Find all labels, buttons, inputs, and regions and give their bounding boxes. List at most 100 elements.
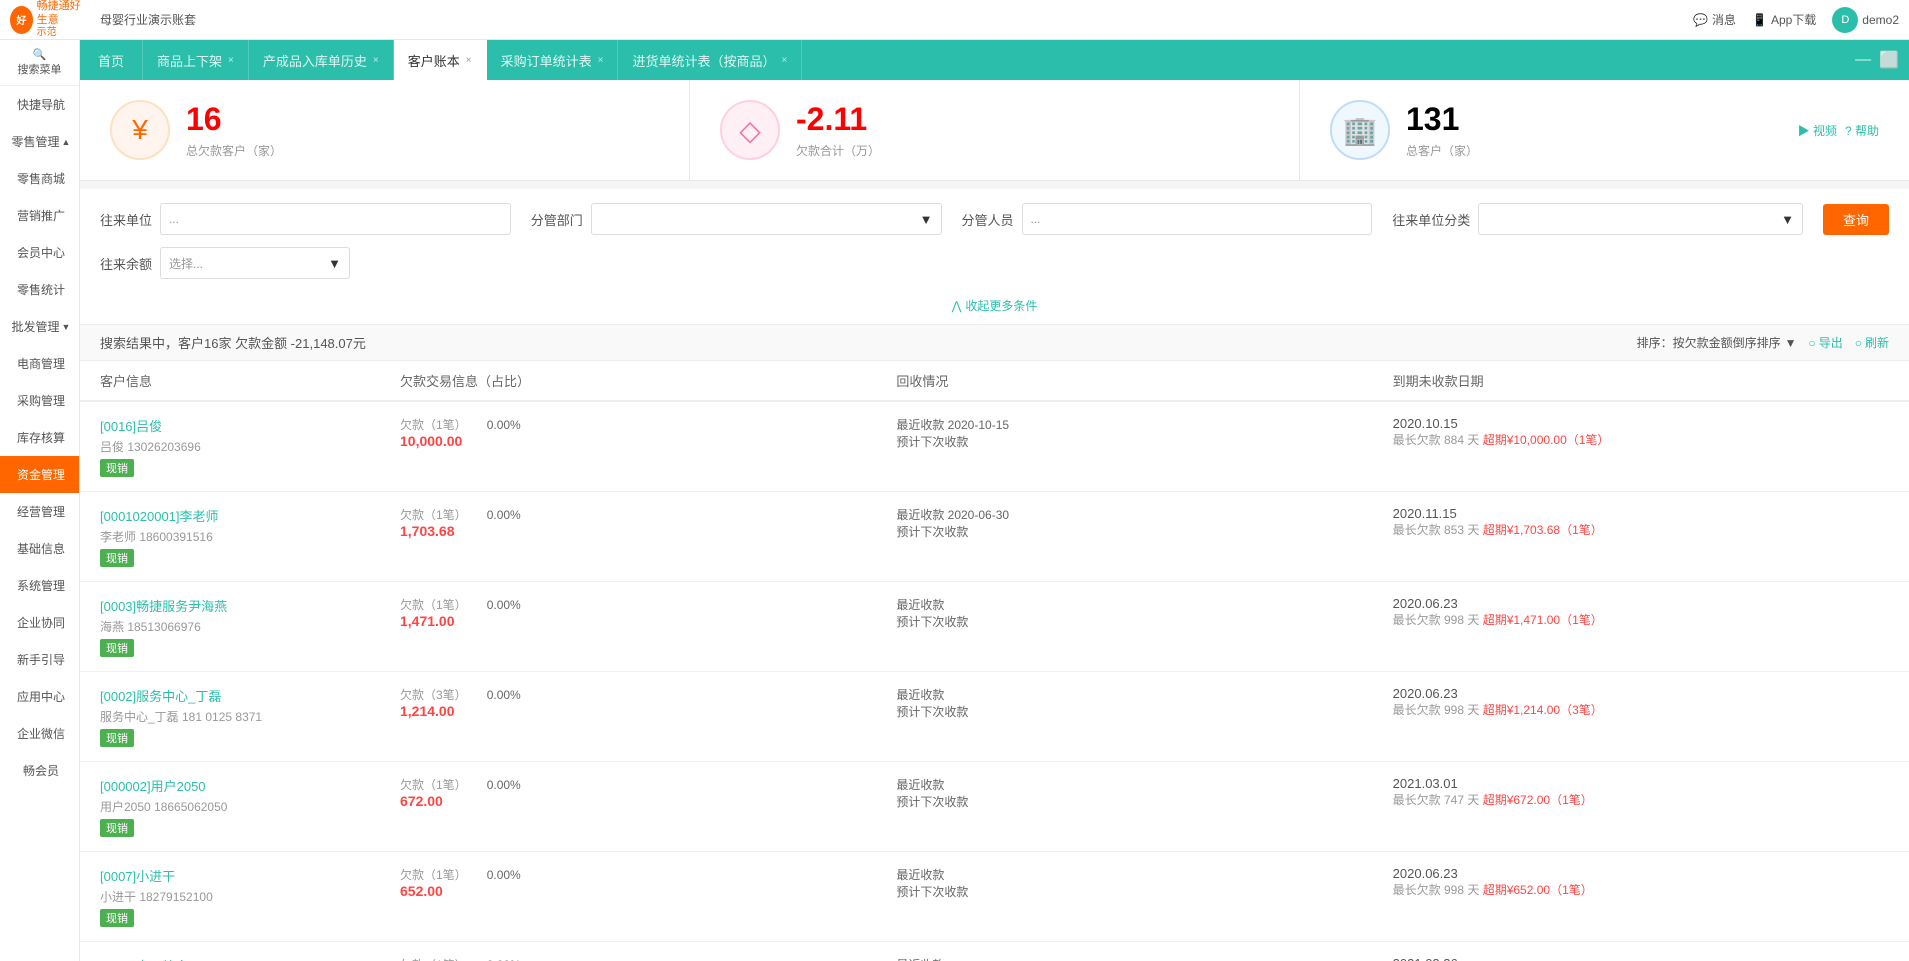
sidebar-item-retail-mgmt[interactable]: 零售管理 ▲: [0, 123, 79, 160]
collapse-btn[interactable]: ⋀ 收起更多条件: [952, 297, 1038, 314]
sidebar-item-retail-mall[interactable]: 零售商城: [0, 160, 79, 197]
customer-name-0[interactable]: [0016]吕俊: [100, 419, 162, 434]
debt-amount-4: 672.00: [400, 793, 467, 809]
debt-cell-3: 欠款（3笔） 1,214.00 0.00%: [400, 686, 896, 719]
app-download-btn[interactable]: 📱 App下载: [1752, 11, 1816, 28]
overdue-amount-0[interactable]: 超期¥10,000.00（1笔）: [1483, 433, 1610, 447]
video-btn[interactable]: ▶ 视频: [1798, 122, 1837, 139]
sidebar-item-member-center[interactable]: 会员中心: [0, 234, 79, 271]
tab-close-customer-account[interactable]: ×: [466, 55, 472, 66]
next-collection-1: 预计下次收款: [896, 523, 1392, 540]
sidebar-item-app-center[interactable]: 应用中心: [0, 678, 79, 715]
sidebar-item-sys-mgmt[interactable]: 系统管理: [0, 567, 79, 604]
debt-percent-1: 0.00%: [487, 508, 521, 522]
tab-customer-account[interactable]: 客户账本 ×: [394, 40, 487, 80]
filter-person-input[interactable]: ...: [1022, 203, 1373, 235]
due-date-4: 2021.03.01: [1393, 776, 1889, 791]
debt-note-6: 欠款（1笔）: [400, 956, 467, 961]
overdue-amount-3[interactable]: 超期¥1,214.00（3笔）: [1483, 703, 1603, 717]
tab-close-stock-stats-by-product[interactable]: ×: [781, 55, 787, 66]
sidebar-item-batch-mgmt[interactable]: 批发管理 ▼: [0, 308, 79, 345]
query-button[interactable]: 查询: [1823, 204, 1889, 235]
stat-number-1: 16: [186, 101, 282, 138]
customer-name-2[interactable]: [0003]畅捷服务尹海燕: [100, 599, 227, 614]
filter-balance-select[interactable]: 选择... ▼: [160, 247, 350, 279]
customer-cell-0: [0016]吕俊 吕俊 13026203696 现销: [100, 416, 400, 477]
customer-name-1[interactable]: [0001020001]李老师: [100, 509, 219, 524]
customer-cell-1: [0001020001]李老师 李老师 18600391516 现销: [100, 506, 400, 567]
debt-cell-4: 欠款（1笔） 672.00 0.00%: [400, 776, 896, 809]
filter-unit-category: 往来单位分类 ▼: [1392, 203, 1803, 235]
duedate-cell-5: 2020.06.23 最长欠款 998 天 超期¥652.00（1笔）: [1393, 866, 1889, 898]
sidebar-item-quick-nav[interactable]: 快捷导航: [0, 86, 79, 123]
chevron-down-category-icon: ▼: [1781, 212, 1794, 227]
overdue-amount-2[interactable]: 超期¥1,471.00（1笔）: [1483, 613, 1603, 627]
sort-chevron-icon: ▼: [1785, 336, 1797, 350]
overdue-days-5: 最长欠款 998 天 超期¥652.00（1笔）: [1393, 881, 1889, 898]
tab-product-stock-history[interactable]: 产成品入库单历史 ×: [249, 40, 394, 80]
overdue-amount-5[interactable]: 超期¥652.00（1笔）: [1483, 883, 1593, 897]
debt-percent-2: 0.00%: [487, 598, 521, 612]
tab-close-product-stock-history[interactable]: ×: [373, 55, 379, 66]
user-avatar-btn[interactable]: D demo2: [1832, 7, 1899, 33]
debt-note-3: 欠款（3笔）: [400, 686, 467, 703]
stat-icon-1: ¥: [110, 100, 170, 160]
sidebar-item-capital-mgmt[interactable]: 资金管理: [0, 456, 79, 493]
debt-amount-2: 1,471.00: [400, 613, 467, 629]
sidebar-item-ops-mgmt[interactable]: 经营管理: [0, 493, 79, 530]
tab-close-purchase-order-stats[interactable]: ×: [598, 55, 604, 66]
debt-percent-4: 0.00%: [487, 778, 521, 792]
logo-text: 畅捷通好生意 示范: [37, 0, 90, 38]
refresh-btn[interactable]: ○ 刷新: [1855, 334, 1889, 351]
sidebar-item-basic-info[interactable]: 基础信息: [0, 530, 79, 567]
filter-from-unit-input[interactable]: ...: [160, 203, 511, 235]
filter-dept-select[interactable]: ▼: [591, 203, 942, 235]
duedate-cell-0: 2020.10.15 最长欠款 884 天 超期¥10,000.00（1笔）: [1393, 416, 1889, 448]
sidebar-item-enterprise-coop[interactable]: 企业协同: [0, 604, 79, 641]
sidebar-item-enterprise-wechat[interactable]: 企业微信: [0, 715, 79, 752]
filter-dept: 分管部门 ▼: [531, 203, 942, 235]
customer-tag-3: 现销: [100, 729, 134, 747]
customer-contact-0: 吕俊 13026203696: [100, 438, 400, 455]
customer-name-4[interactable]: [000002]用户2050: [100, 779, 206, 794]
customer-name-3[interactable]: [0002]服务中心_丁磊: [100, 689, 221, 704]
filter-unit-category-select[interactable]: ▼: [1478, 203, 1803, 235]
tabs-minimize-btn[interactable]: —: [1855, 51, 1871, 69]
stat-card-3: 🏢 131 总客户（家） ▶ 视频 ? 帮助: [1300, 80, 1909, 180]
debt-cell-0: 欠款（1笔） 10,000.00 0.00%: [400, 416, 896, 449]
sidebar-item-marketing[interactable]: 营销推广: [0, 197, 79, 234]
tab-purchase-order-stats[interactable]: 采购订单统计表 ×: [487, 40, 619, 80]
tab-stock-stats-by-product[interactable]: 进货单统计表（按商品） ×: [618, 40, 802, 80]
export-btn[interactable]: ○ 导出: [1808, 334, 1842, 351]
latest-collection-3: 最近收款: [896, 686, 1392, 703]
sidebar-item-ecom-mgmt[interactable]: 电商管理: [0, 345, 79, 382]
debt-cell-6: 欠款（1笔） 455.90 0.00%: [400, 956, 896, 961]
stat-label-3: 总客户（家）: [1406, 142, 1478, 159]
sidebar-item-stock-verify[interactable]: 库存核算: [0, 419, 79, 456]
sidebar-item-畅会员[interactable]: 畅会员: [0, 752, 79, 789]
col-header-debt: 欠款交易信息（占比）: [400, 371, 896, 390]
tab-close-product-onoff[interactable]: ×: [228, 55, 234, 66]
sort-select[interactable]: 排序：按欠款金额倒序排序 ▼: [1637, 334, 1797, 351]
sidebar-item-new-guide[interactable]: 新手引导: [0, 641, 79, 678]
tabs-maximize-btn[interactable]: ⬜: [1879, 50, 1899, 70]
tab-product-onoff[interactable]: 商品上下架 ×: [143, 40, 249, 80]
result-summary: 搜索结果中，客户16家 欠款金额 -21,148.07元: [100, 333, 366, 352]
message-btn[interactable]: 💬 消息: [1693, 11, 1736, 28]
due-date-2: 2020.06.23: [1393, 596, 1889, 611]
overdue-amount-1[interactable]: 超期¥1,703.68（1笔）: [1483, 523, 1603, 537]
overdue-amount-4[interactable]: 超期¥672.00（1笔）: [1483, 793, 1593, 807]
help-btn[interactable]: ? 帮助: [1845, 122, 1879, 139]
filter-person: 分管人员 ...: [962, 203, 1373, 235]
table-row: [0003]畅捷服务尹海燕 海燕 18513066976 现销 欠款（1笔） 1…: [80, 582, 1909, 672]
stat-icon-3: 🏢: [1330, 100, 1390, 160]
customer-name-5[interactable]: [0007]小进干: [100, 869, 175, 884]
sidebar-item-retail-stats[interactable]: 零售统计: [0, 271, 79, 308]
recover-cell-1: 最近收款 2020-06-30 预计下次收款: [896, 506, 1392, 540]
next-collection-2: 预计下次收款: [896, 613, 1392, 630]
sidebar-search[interactable]: 🔍 搜索菜单: [0, 40, 79, 86]
col-header-duedate: 到期未收款日期: [1393, 371, 1889, 390]
sidebar-item-purchase-mgmt[interactable]: 采购管理: [0, 382, 79, 419]
chevron-down-icon: ▲: [62, 137, 71, 147]
tab-home[interactable]: 首页: [80, 40, 143, 80]
